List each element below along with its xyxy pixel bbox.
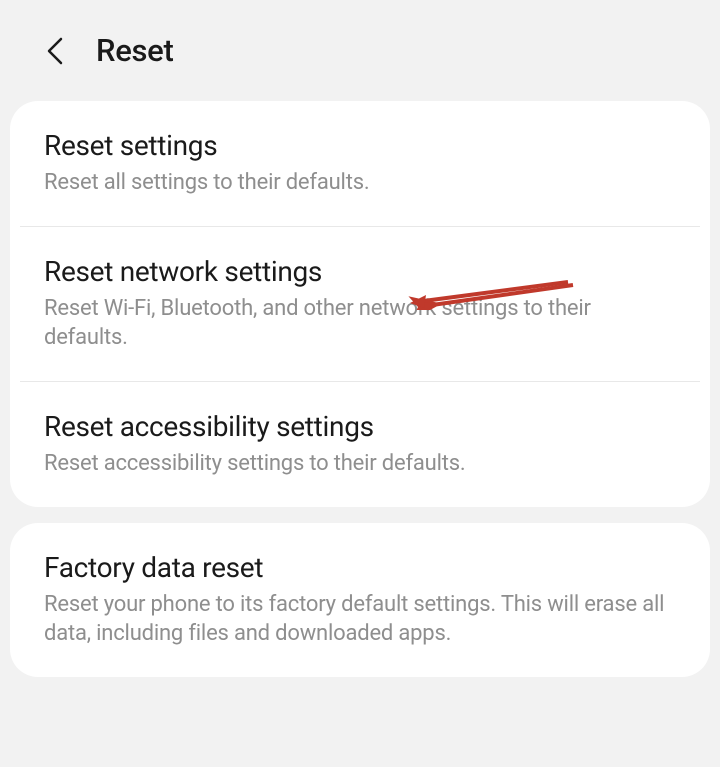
item-desc: Reset your phone to its factory default … — [44, 590, 676, 649]
page-title: Reset — [96, 32, 174, 69]
reset-network-settings-item[interactable]: Reset network settings Reset Wi-Fi, Blue… — [10, 227, 710, 381]
settings-group-2: Factory data reset Reset your phone to i… — [10, 523, 710, 677]
item-title: Reset accessibility settings — [44, 410, 676, 443]
item-desc: Reset all settings to their defaults. — [44, 168, 676, 198]
factory-data-reset-item[interactable]: Factory data reset Reset your phone to i… — [10, 523, 710, 677]
reset-settings-item[interactable]: Reset settings Reset all settings to the… — [10, 101, 710, 226]
item-desc: Reset Wi-Fi, Bluetooth, and other networ… — [44, 294, 676, 353]
item-title: Reset settings — [44, 129, 676, 162]
item-title: Reset network settings — [44, 255, 676, 288]
settings-group-1: Reset settings Reset all settings to the… — [10, 101, 710, 507]
item-desc: Reset accessibility settings to their de… — [44, 449, 676, 479]
item-title: Factory data reset — [44, 551, 676, 584]
header: Reset — [0, 0, 720, 101]
reset-accessibility-settings-item[interactable]: Reset accessibility settings Reset acces… — [10, 382, 710, 507]
back-icon[interactable] — [42, 38, 68, 64]
